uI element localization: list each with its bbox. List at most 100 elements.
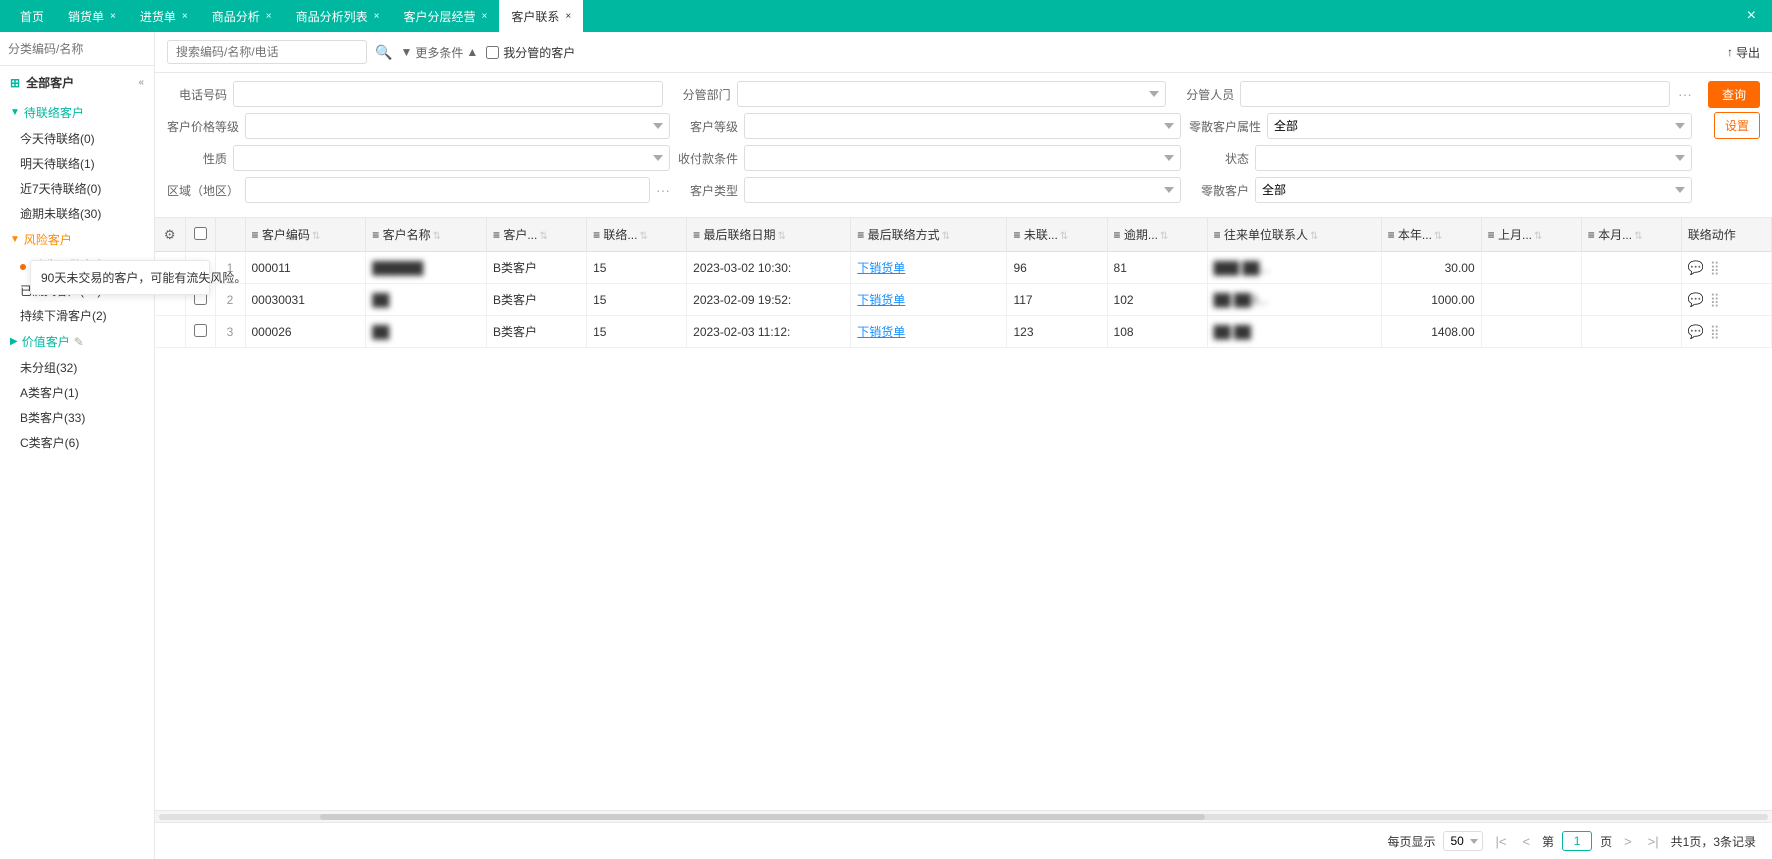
adv-filter-row-2: 客户价格等级 客户等级 零散客户属性 全部 [167,113,1692,139]
select-all-checkbox[interactable] [194,227,207,240]
sidebar-item-7days[interactable]: 近7天待联络(0) [0,176,154,201]
close-tab-2[interactable]: × [266,11,272,22]
more-dots-1[interactable]: ··· [1678,86,1692,102]
sidebar-search-input[interactable] [8,42,155,56]
region-input[interactable] [245,177,650,203]
nav-prev-btn[interactable]: < [1518,833,1534,850]
horizontal-scrollbar[interactable] [155,810,1772,822]
table-row: 2 00030031 ██ B类客户 15 2023-02-09 19:52: … [155,284,1772,316]
sidebar-item-declining[interactable]: 持续下滑客户(2) [0,303,154,328]
sidebar-search-container: 🔍 [0,32,154,66]
unit-contact-col-header[interactable]: ≡ 往来单位联系人⇅ [1207,218,1381,252]
nav-tab-2[interactable]: 商品分析 × [200,0,284,32]
row-this-year: 1000.00 [1381,284,1481,316]
nav-tab-3[interactable]: 商品分析列表 × [284,0,392,32]
nav-first-btn[interactable]: |< [1491,833,1510,850]
sidebar-group-pending[interactable]: ▼ 待联络客户 [0,99,154,126]
table-settings-icon[interactable]: ⚙ [164,227,176,242]
nav-last-btn[interactable]: >| [1644,833,1663,850]
field-price-level: 客户价格等级 [167,113,670,139]
price-level-label: 客户价格等级 [167,118,239,135]
type-col-header[interactable]: ≡ 客户...⇅ [487,218,587,252]
action-chat-icon[interactable]: 💬 [1688,292,1704,308]
contact-way-link[interactable]: 下销货单 [857,293,905,307]
row-checkbox[interactable] [194,324,207,337]
nav-home[interactable]: 首页 [8,0,56,32]
uncontacted-col-header[interactable]: ≡ 未联...⇅ [1007,218,1107,252]
customer-level-label: 客户等级 [678,118,738,135]
my-customers-checkbox-container[interactable]: 我分管的客户 [486,44,575,61]
sidebar-all-customers[interactable]: ⊞ 全部客户 « [0,66,154,99]
sidebar-group-value[interactable]: ▶ 价值客户 ✎ [0,328,154,355]
close-tab-1[interactable]: × [182,11,188,22]
edit-value-icon[interactable]: ✎ [74,335,84,349]
more-conditions-btn[interactable]: ▼ 更多条件 ▲ [400,44,478,61]
status-select[interactable] [1255,145,1692,171]
per-page-select[interactable]: 50 [1443,831,1483,851]
name-col-header[interactable]: ≡ 客户名称⇅ [366,218,487,252]
query-button[interactable]: 查询 [1708,81,1760,108]
nav-tab-5[interactable]: 客户联系 × [499,0,583,32]
nav-tab-4[interactable]: 客户分层经营 × [391,0,499,32]
nav-tab-1[interactable]: 进货单 × [128,0,200,32]
this-year-col-header[interactable]: ≡ 本年...⇅ [1381,218,1481,252]
action-chat-icon[interactable]: 💬 [1688,260,1704,276]
sidebar-item-class-c[interactable]: C类客户(6) [0,430,154,455]
page-input[interactable] [1562,831,1592,851]
contact-col-header[interactable]: ≡ 联络...⇅ [587,218,687,252]
last-contact-way-col-header[interactable]: ≡ 最后联络方式⇅ [851,218,1007,252]
settings-button[interactable]: 设置 [1714,112,1760,139]
table-footer: 每页显示 50 |< < 第 页 > >| 共1页，3条记录 [155,822,1772,859]
filter-icon: ▼ [400,45,412,59]
retail-customer-select[interactable]: 全部 [1255,177,1692,203]
phone-input[interactable] [233,81,663,107]
export-btn[interactable]: ↑ 导出 [1727,44,1760,61]
customer-level-select[interactable] [744,113,1181,139]
last-month-col-header[interactable]: ≡ 上月...⇅ [1481,218,1581,252]
dept-select[interactable] [737,81,1167,107]
sidebar-item-today[interactable]: 今天待联络(0) [0,126,154,151]
last-contact-date-col-header[interactable]: ≡ 最后联络日期⇅ [687,218,851,252]
customer-type-label: 客户类型 [678,182,738,199]
table-row: 1 000011 ██████ B类客户 15 2023-03-02 10:30… [155,252,1772,284]
code-col-header[interactable]: ≡ 客户编码⇅ [245,218,366,252]
row-overdue: 81 [1107,252,1207,284]
sidebar-group-risk[interactable]: ▼ 风险客户 [0,226,154,253]
my-customers-checkbox[interactable] [486,46,499,59]
status-label: 状态 [1189,150,1249,167]
close-tab-0[interactable]: × [110,11,116,22]
overdue-col-header[interactable]: ≡ 逾期...⇅ [1107,218,1207,252]
settings-cell [155,316,185,348]
search-btn-icon[interactable]: 🔍 [375,44,392,61]
close-tab-3[interactable]: × [374,11,380,22]
action-more-icon[interactable]: ⣿ [1710,324,1720,340]
sidebar-item-overdue[interactable]: 逾期未联络(30) [0,201,154,226]
this-month-col-header[interactable]: ≡ 本月...⇅ [1581,218,1681,252]
close-tab-5[interactable]: × [565,11,571,22]
customer-type-select[interactable] [744,177,1181,203]
sidebar-item-ungrouped[interactable]: 未分组(32) [0,355,154,380]
sidebar-item-class-b[interactable]: B类客户(33) [0,405,154,430]
action-chat-icon[interactable]: 💬 [1688,324,1704,340]
more-dots-region[interactable]: ··· [656,182,670,198]
manager-input[interactable] [1240,81,1670,107]
row-type: B类客户 [487,316,587,348]
retail-attr-select[interactable]: 全部 [1267,113,1692,139]
contact-way-link[interactable]: 下销货单 [857,325,905,339]
action-more-icon[interactable]: ⣿ [1710,292,1720,308]
adv-filter-row-4: 区域（地区） ··· 客户类型 零散客户 全部 [167,177,1692,203]
sidebar-item-class-a[interactable]: A类客户(1) [0,380,154,405]
close-tab-4[interactable]: × [481,11,487,22]
contact-way-link[interactable]: 下销货单 [857,261,905,275]
nav-next-btn[interactable]: > [1620,833,1636,850]
nav-tab-0[interactable]: 销货单 × [56,0,128,32]
settings-col-header[interactable]: ⚙ [155,218,185,252]
close-all-btn[interactable]: × [1739,7,1764,25]
sidebar-item-tomorrow[interactable]: 明天待联络(1) [0,151,154,176]
search-input[interactable] [167,40,367,64]
main-layout: 🔍 ⊞ 全部客户 « ▼ 待联络客户 今天待联络(0) 明天待联络(1) 近7天… [0,32,1772,859]
nature-select[interactable] [233,145,670,171]
price-level-select[interactable] [245,113,670,139]
action-more-icon[interactable]: ⣿ [1710,260,1720,276]
payment-select[interactable] [744,145,1181,171]
